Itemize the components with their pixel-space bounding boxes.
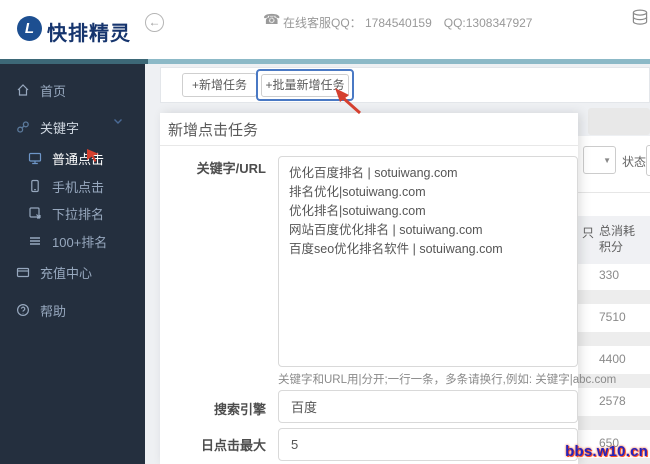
- points-value: 330: [599, 268, 620, 282]
- caret-down-icon: ▼: [603, 156, 611, 165]
- add-task-button[interactable]: +新增任务: [182, 73, 257, 97]
- daily-max-label: 日点击最大: [200, 438, 266, 453]
- sidebar-item-home[interactable]: 首页: [0, 76, 145, 104]
- daily-max-input[interactable]: [278, 428, 578, 461]
- dropdown-rank-icon: [28, 206, 42, 220]
- row-band: [578, 290, 650, 304]
- sidebar-item-dropdown-rank[interactable]: 下拉排名: [0, 199, 145, 227]
- sidebar-item-recharge[interactable]: 充值中心: [0, 258, 145, 286]
- phone-handset-icon: ☎: [263, 11, 281, 27]
- keyword-url-label: 关键字/URL: [196, 161, 266, 176]
- list-icon: [28, 234, 42, 248]
- logo-icon: L: [17, 16, 42, 41]
- search-engine-label: 搜索引擎: [213, 402, 266, 417]
- sidebar-item-mobile-click[interactable]: 手机点击: [0, 172, 145, 200]
- search-engine-input[interactable]: [278, 390, 578, 423]
- sidebar-item-label: 充值中心: [40, 265, 93, 281]
- table-header-partial: 只: [582, 226, 595, 240]
- status-label: 状态: [622, 155, 647, 169]
- row-band: [578, 332, 650, 346]
- annotation-arrow-icon: [328, 86, 366, 116]
- dialog-title: 新增点击任务: [168, 122, 259, 139]
- status-filter-input[interactable]: [646, 145, 650, 176]
- monitor-icon: [28, 151, 42, 165]
- watermark-text: bbs.w10.cn: [565, 443, 648, 460]
- customer-service-text: 在线客服QQ： 1784540159 QQ:1308347927: [283, 16, 533, 30]
- chevron-down-icon: [112, 115, 124, 127]
- background-button: [588, 108, 650, 135]
- dialog-title-divider: [160, 145, 578, 146]
- table-row: 330: [578, 264, 650, 306]
- annotation-cursor-icon: [84, 146, 102, 164]
- points-value: 7510: [599, 310, 626, 324]
- keyword-helper-text: 关键字和URL用|分开;一行一条，多条请换行,例如: 关键字|abc.com: [278, 374, 617, 386]
- sidebar-item-normal-click[interactable]: 普通点击: [0, 144, 145, 172]
- sidebar-item-label: 100+排名: [52, 234, 108, 250]
- table-header-points: 总消耗积分: [599, 224, 636, 254]
- app-title: 快排精灵: [47, 23, 131, 45]
- sidebar-item-label: 帮助: [40, 303, 67, 319]
- header-divider-dark: [0, 59, 148, 64]
- sidebar-item-label: 关键字: [40, 120, 80, 136]
- link-icon: [16, 120, 30, 134]
- sidebar-item-keyword[interactable]: 关键字: [0, 113, 145, 141]
- wallet-icon: [16, 265, 30, 279]
- top-header: L 快排精灵 ← ☎ 在线客服QQ： 1784540159 QQ:1308347…: [0, 0, 650, 59]
- app-root: L 快排精灵 ← ☎ 在线客服QQ： 1784540159 QQ:1308347…: [0, 0, 650, 464]
- table-top-border: [578, 192, 650, 193]
- sidebar-item-label: 手机点击: [52, 179, 105, 195]
- table-row: 7510: [578, 306, 650, 348]
- sidebar-item-help[interactable]: 帮助: [0, 296, 145, 324]
- sidebar-item-label: 首页: [40, 83, 67, 99]
- back-icon[interactable]: ←: [145, 13, 164, 32]
- sidebar-item-100-rank[interactable]: 100+排名: [0, 227, 145, 255]
- mobile-icon: [28, 179, 42, 193]
- row-band: [578, 416, 650, 430]
- table-header: 只 总消耗积分: [578, 216, 650, 264]
- points-value: 2578: [599, 394, 626, 408]
- database-icon[interactable]: [630, 8, 650, 28]
- sidebar-item-label: 下拉排名: [52, 206, 105, 222]
- status-filter-select[interactable]: ▼: [583, 146, 616, 174]
- sidebar-nav: 首页 关键字 普通点击 手机点击 下拉排名 100+排名 充值中心 帮助: [0, 64, 145, 464]
- help-icon: [16, 303, 30, 317]
- table-row: 2578: [578, 390, 650, 432]
- keyword-textarea[interactable]: 优化百度排名 | sotuiwang.com 排名优化|sotuiwang.co…: [278, 156, 578, 367]
- points-value: 4400: [599, 352, 626, 366]
- home-icon: [16, 83, 30, 97]
